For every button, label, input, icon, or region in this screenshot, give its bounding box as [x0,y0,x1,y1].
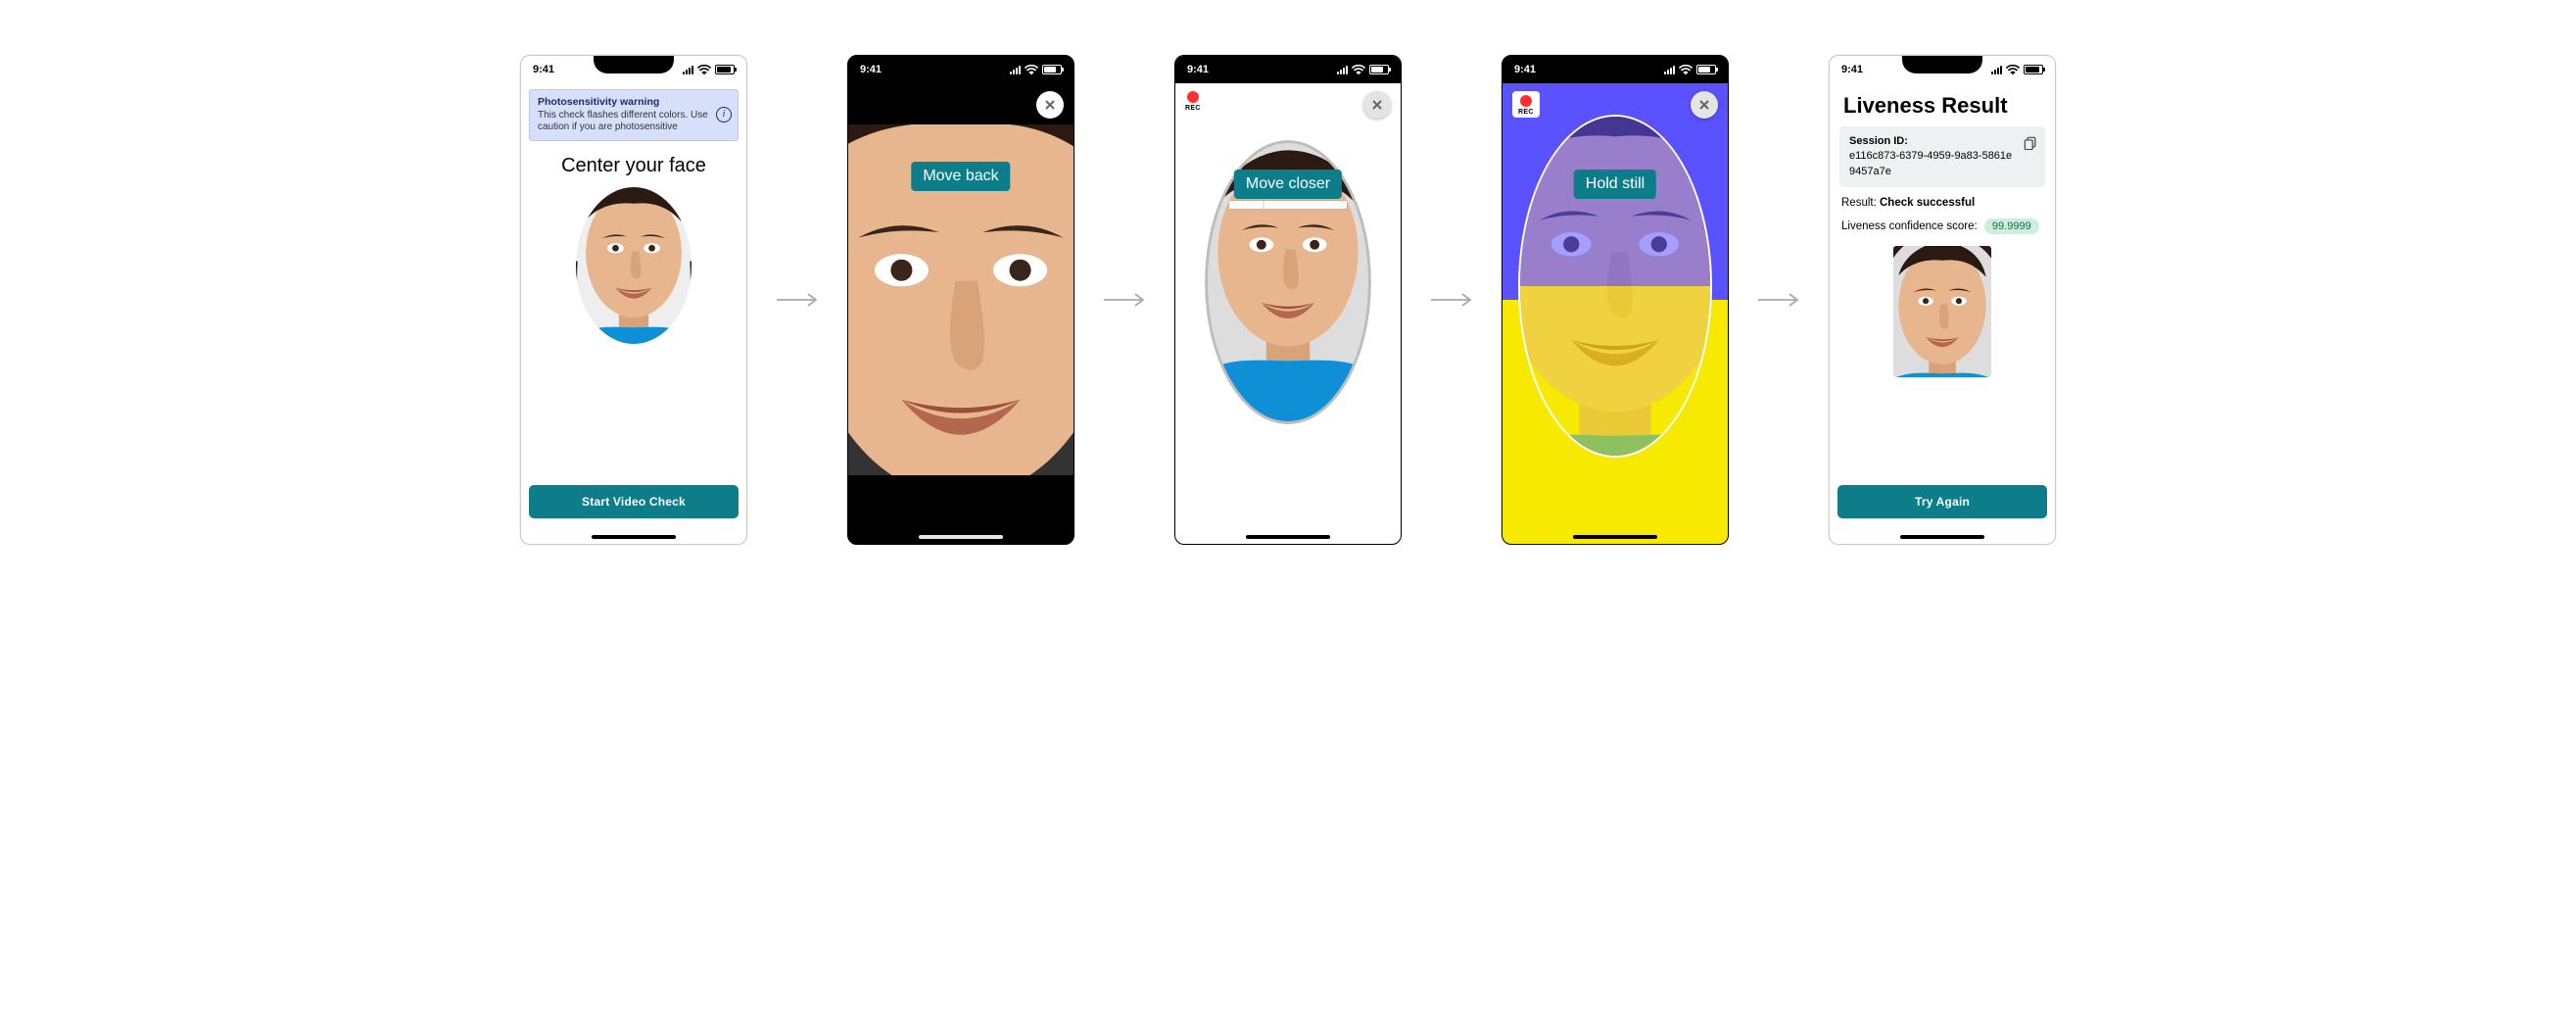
session-id-box: Session ID: e116c873-6379-4959-9a83-5861… [1839,126,2045,187]
status-time: 9:41 [1514,64,1536,75]
close-button[interactable] [1036,91,1064,119]
instruction-pill: Hold still [1574,170,1656,199]
flow-arrow [1429,290,1474,310]
warning-body: This check flashes different colors. Use… [538,110,708,133]
home-indicator [1573,535,1657,539]
battery-icon [1369,65,1389,74]
battery-icon [1696,65,1716,74]
wifi-icon [2006,65,2020,74]
wifi-icon [697,65,711,74]
rec-indicator: REC [1512,91,1540,118]
phone-screen-5: 9:41 Liveness Result Session ID: e116c87… [1829,55,2056,545]
status-icons [1991,65,2043,74]
instruction-pill: Move closer [1234,170,1342,199]
session-id-value: e116c873-6379-4959-9a83-5861e9457a7e [1849,150,2012,176]
signal-icon [1664,66,1675,74]
flow-diagram: 9:41 Photosensitivity warning This check… [0,0,2576,600]
progress-bar [1229,201,1347,209]
wifi-icon [1352,65,1365,74]
progress-fill [1229,201,1264,209]
status-icons [1337,65,1389,74]
rec-dot-icon [1187,91,1199,103]
score-row: Liveness confidence score: 99.9999 [1841,219,2043,234]
close-button[interactable] [1363,91,1391,119]
notch [1902,56,1982,73]
photosensitivity-warning: Photosensitivity warning This check flas… [529,89,739,141]
status-bar: 9:41 [1503,56,1728,83]
result-row: Result: Check successful [1841,197,2043,209]
home-indicator [1246,535,1330,539]
rec-label: REC [1518,109,1534,116]
wifi-icon [1025,65,1038,74]
face-oval-frame [1518,115,1712,458]
rec-dot-icon [1520,95,1532,107]
rec-indicator: REC [1185,91,1201,112]
status-bar: 9:41 [1175,56,1401,83]
rec-label: REC [1185,105,1201,112]
phone-screen-2: 9:41 Move back [847,55,1074,545]
score-value-badge: 99.9999 [1984,219,2039,234]
home-indicator [1900,535,1984,539]
status-time: 9:41 [1841,64,1863,75]
status-icons [683,65,735,74]
close-button[interactable] [1691,91,1718,119]
face-preview-oval [576,187,692,344]
status-time: 9:41 [860,64,882,75]
battery-icon [2024,65,2043,74]
reference-face-thumbnail [1893,246,1991,377]
status-icons [1010,65,1062,74]
signal-icon [683,66,693,74]
status-icons [1664,65,1716,74]
signal-icon [1991,66,2002,74]
phone-screen-3: 9:41 REC Move closer [1174,55,1402,545]
instruction-pill: Move back [911,162,1010,191]
result-value: Check successful [1880,197,1975,209]
score-label: Liveness confidence score: [1841,220,1978,232]
status-time: 9:41 [533,64,554,75]
flow-arrow [1102,290,1147,310]
battery-icon [715,65,735,74]
try-again-button[interactable]: Try Again [1837,485,2047,518]
start-video-check-button[interactable]: Start Video Check [529,485,739,518]
flow-arrow [1756,290,1801,310]
home-indicator [592,535,676,539]
status-bar: 9:41 [848,56,1073,83]
copy-icon[interactable] [2024,136,2037,150]
status-time: 9:41 [1187,64,1209,75]
phone-screen-4: 9:41 REC Hold still [1502,55,1729,545]
warning-title: Photosensitivity warning [538,96,659,108]
notch [594,56,674,73]
flow-arrow [775,290,820,310]
signal-icon [1337,66,1348,74]
info-icon[interactable]: i [716,107,732,122]
session-id-label: Session ID: [1849,135,1908,147]
phone-screen-1: 9:41 Photosensitivity warning This check… [520,55,747,545]
home-indicator [919,535,1003,539]
signal-icon [1010,66,1021,74]
page-title: Liveness Result [1843,93,2041,119]
battery-icon [1042,65,1062,74]
result-label: Result: [1841,197,1877,209]
wifi-icon [1679,65,1693,74]
page-title: Center your face [521,155,746,177]
